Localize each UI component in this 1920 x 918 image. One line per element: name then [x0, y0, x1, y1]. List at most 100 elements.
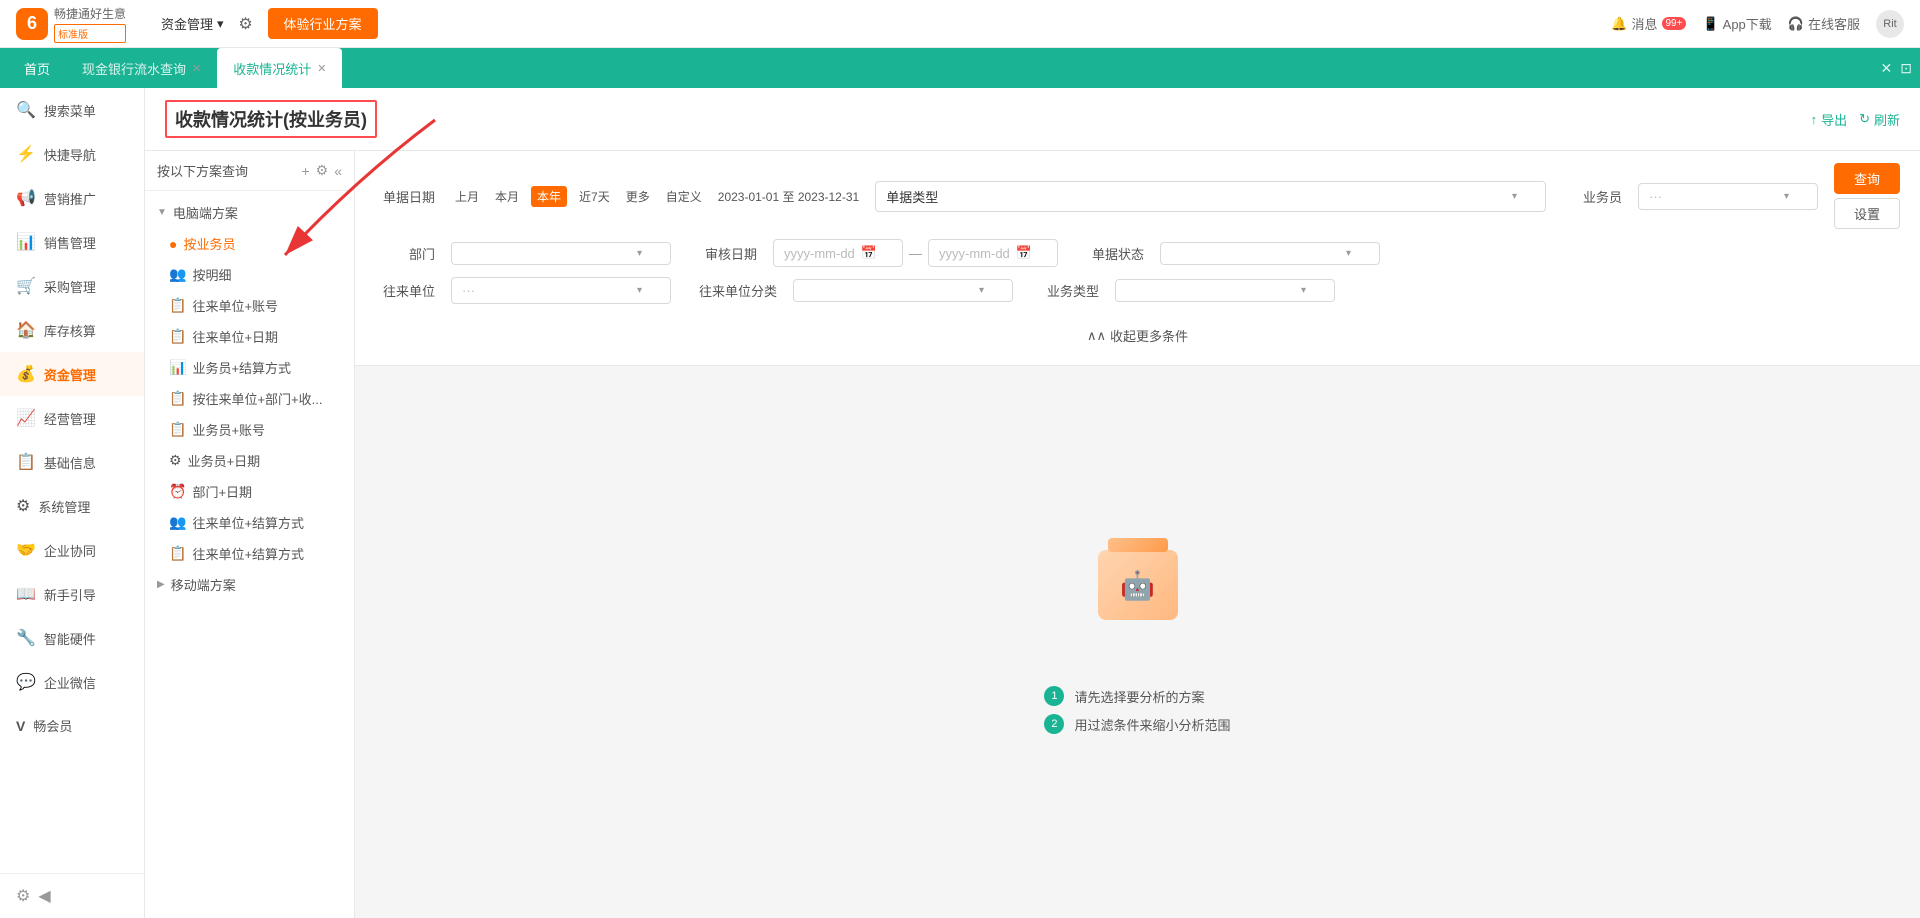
user-avatar[interactable]: Rit: [1876, 10, 1904, 38]
tab-collection-stats[interactable]: 收款情况统计 ✕: [217, 48, 342, 88]
sidebar-label-system: 系统管理: [38, 497, 90, 516]
basics-icon: 📋: [16, 452, 36, 472]
quicknav-icon: ⚡: [16, 144, 36, 164]
partner-select[interactable]: ··· ▾: [451, 277, 671, 304]
breadcrumb-arrow-icon: ▾: [217, 16, 224, 32]
empty-illustration: 🤖: [1078, 550, 1198, 670]
biz-type-select[interactable]: ▾: [1115, 279, 1335, 302]
doc-status-select[interactable]: ▾: [1160, 242, 1380, 265]
solution-item-detail[interactable]: 👥 按明细: [145, 259, 354, 290]
sidebar-label-hardware: 智能硬件: [44, 629, 96, 648]
date-shortcuts: 上月 本月 本年 近7天 更多 自定义 2023-01-01 至 2023-12…: [451, 186, 859, 207]
solution-section: ▼ 电脑端方案 ● 按业务员 👥 按明细 📋 往来单位+账号: [145, 191, 354, 606]
sidebar-item-guide[interactable]: 📖 新手引导: [0, 572, 144, 616]
settings-icon[interactable]: ⚙: [232, 10, 260, 38]
solution-item-partner-account[interactable]: 📋 往来单位+账号: [145, 290, 354, 321]
solution-item-by-salesman[interactable]: ● 按业务员: [145, 228, 354, 259]
partner-settlement2-icon: 📋: [169, 545, 186, 562]
cashflow-tab-close-icon[interactable]: ✕: [192, 62, 201, 75]
collection-tab-close-icon[interactable]: ✕: [317, 62, 326, 75]
date-btn-7days[interactable]: 近7天: [575, 186, 614, 207]
audit-date-from[interactable]: yyyy-mm-dd 📅: [773, 239, 903, 267]
filter-area: 单据日期 上月 本月 本年 近7天 更多 自定义 2023-01-01 至 20…: [355, 151, 1920, 366]
sidebar-item-quicknav[interactable]: ⚡ 快捷导航: [0, 132, 144, 176]
sidebar-item-operations[interactable]: 📈 经营管理: [0, 396, 144, 440]
doc-type-select[interactable]: 单据类型 ▾: [875, 181, 1546, 212]
solution-item-dept-date[interactable]: ⏰ 部门+日期: [145, 476, 354, 507]
refresh-label: 刷新: [1874, 110, 1900, 129]
sidebar-item-purchase[interactable]: 🛒 采购管理: [0, 264, 144, 308]
guide-icon: 📖: [16, 584, 36, 604]
sidebar-item-finance[interactable]: 💰 资金管理: [0, 352, 144, 396]
solution-item-salesman-date[interactable]: ⚙ 业务员+日期: [145, 445, 354, 476]
empty-state: 🤖 1 请先选择要分析的方案 2 用过滤条件来缩小分析范围: [355, 366, 1920, 918]
logo-area: 6 畅捷通好生意 标准版: [16, 5, 161, 43]
maximize-window-icon[interactable]: ⊡: [1900, 60, 1912, 77]
date-btn-custom[interactable]: 自定义: [662, 186, 706, 207]
online-service-area[interactable]: 🎧 在线客服: [1788, 14, 1860, 33]
sidebar-label-purchase: 采购管理: [44, 277, 96, 296]
sidebar-collapse-icon[interactable]: ◀: [38, 886, 50, 906]
solution-item-partner-dept[interactable]: 📋 按往来单位+部门+收...: [145, 383, 354, 414]
solution-group-mobile[interactable]: ▶ 移动端方案: [145, 569, 354, 600]
panel-collapse-icon[interactable]: «: [334, 163, 342, 179]
partner-category-select[interactable]: ▾: [793, 279, 1013, 302]
date-btn-more[interactable]: 更多: [622, 186, 654, 207]
date-btn-lastmonth[interactable]: 上月: [451, 186, 483, 207]
audit-date-to[interactable]: yyyy-mm-dd 📅: [928, 239, 1058, 267]
solution-item-salesman-account[interactable]: 📋 业务员+账号: [145, 414, 354, 445]
left-panel: 按以下方案查询 + ⚙ « ▼ 电脑端方案 ● 按业务员 👥: [145, 151, 355, 918]
dept-label: 部门: [375, 244, 435, 263]
member-icon: V: [16, 718, 25, 734]
collapse-filter-button[interactable]: ∧∧ 收起更多条件: [1079, 318, 1196, 353]
detail-item-icon: 👥: [169, 266, 186, 283]
calendar-from-icon: 📅: [861, 245, 877, 261]
sidebar-label-cooperation: 企业协同: [44, 541, 96, 560]
salesman-select[interactable]: ··· ▾: [1638, 183, 1818, 210]
partner-dept-icon: 📋: [169, 390, 186, 407]
app-download-area[interactable]: 📱 App下载: [1702, 14, 1771, 33]
calendar-to-icon: 📅: [1016, 245, 1032, 261]
empty-step-2-text: 用过滤条件来缩小分析范围: [1074, 715, 1230, 734]
sidebar-item-cooperation[interactable]: 🤝 企业协同: [0, 528, 144, 572]
notification-area[interactable]: 🔔 消息 99+: [1611, 14, 1686, 33]
setting-button[interactable]: 设置: [1834, 198, 1900, 229]
sidebar-label-guide: 新手引导: [44, 585, 96, 604]
solution-item-salesman-settlement[interactable]: 📊 业务员+结算方式: [145, 352, 354, 383]
solution-item-partner-settlement2[interactable]: 📋 往来单位+结算方式: [145, 538, 354, 569]
refresh-button[interactable]: ↻ 刷新: [1859, 110, 1900, 129]
sidebar-settings-icon[interactable]: ⚙: [16, 886, 30, 906]
sidebar-item-wechat[interactable]: 💬 企业微信: [0, 660, 144, 704]
sidebar-item-system[interactable]: ⚙ 系统管理: [0, 484, 144, 528]
date-btn-thismonth[interactable]: 本月: [491, 186, 523, 207]
solution-group-desktop[interactable]: ▼ 电脑端方案: [145, 197, 354, 228]
sidebar-item-inventory[interactable]: 🏠 库存核算: [0, 308, 144, 352]
sidebar-item-hardware[interactable]: 🔧 智能硬件: [0, 616, 144, 660]
dept-select[interactable]: ▾: [451, 242, 671, 265]
sidebar-item-member[interactable]: V 畅会员: [0, 704, 144, 747]
tab-home[interactable]: 首页: [8, 48, 66, 88]
trial-button[interactable]: 体验行业方案: [268, 8, 378, 39]
panel-add-icon[interactable]: +: [301, 163, 309, 179]
query-button[interactable]: 查询: [1834, 163, 1900, 194]
solution-item-label-10: 往来单位+结算方式: [192, 544, 304, 563]
sidebar-label-basics: 基础信息: [44, 453, 96, 472]
partner-placeholder: ···: [462, 283, 475, 298]
filter-row-1: 单据日期 上月 本月 本年 近7天 更多 自定义 2023-01-01 至 20…: [375, 163, 1900, 229]
date-btn-thisyear[interactable]: 本年: [531, 186, 567, 207]
solution-item-partner-settlement1[interactable]: 👥 往来单位+结算方式: [145, 507, 354, 538]
sidebar-item-sales[interactable]: 📊 销售管理: [0, 220, 144, 264]
sidebar-item-basics[interactable]: 📋 基础信息: [0, 440, 144, 484]
export-button[interactable]: ↑ 导出: [1811, 110, 1848, 129]
panel-settings-icon[interactable]: ⚙: [316, 162, 329, 179]
sidebar-item-search[interactable]: 🔍 搜索菜单: [0, 88, 144, 132]
tab-bar-right: ✕ ⊡: [1881, 60, 1912, 77]
biz-type-arrow-icon: ▾: [1301, 285, 1306, 296]
tab-cashflow[interactable]: 现金银行流水查询 ✕: [66, 48, 217, 88]
solution-item-label-3: 往来单位+日期: [192, 327, 278, 346]
solution-item-partner-date[interactable]: 📋 往来单位+日期: [145, 321, 354, 352]
close-window-icon[interactable]: ✕: [1881, 60, 1893, 77]
sidebar-item-marketing[interactable]: 📢 营销推广: [0, 176, 144, 220]
solution-item-label-8: 部门+日期: [192, 482, 252, 501]
sidebar-label-finance: 资金管理: [44, 365, 96, 384]
